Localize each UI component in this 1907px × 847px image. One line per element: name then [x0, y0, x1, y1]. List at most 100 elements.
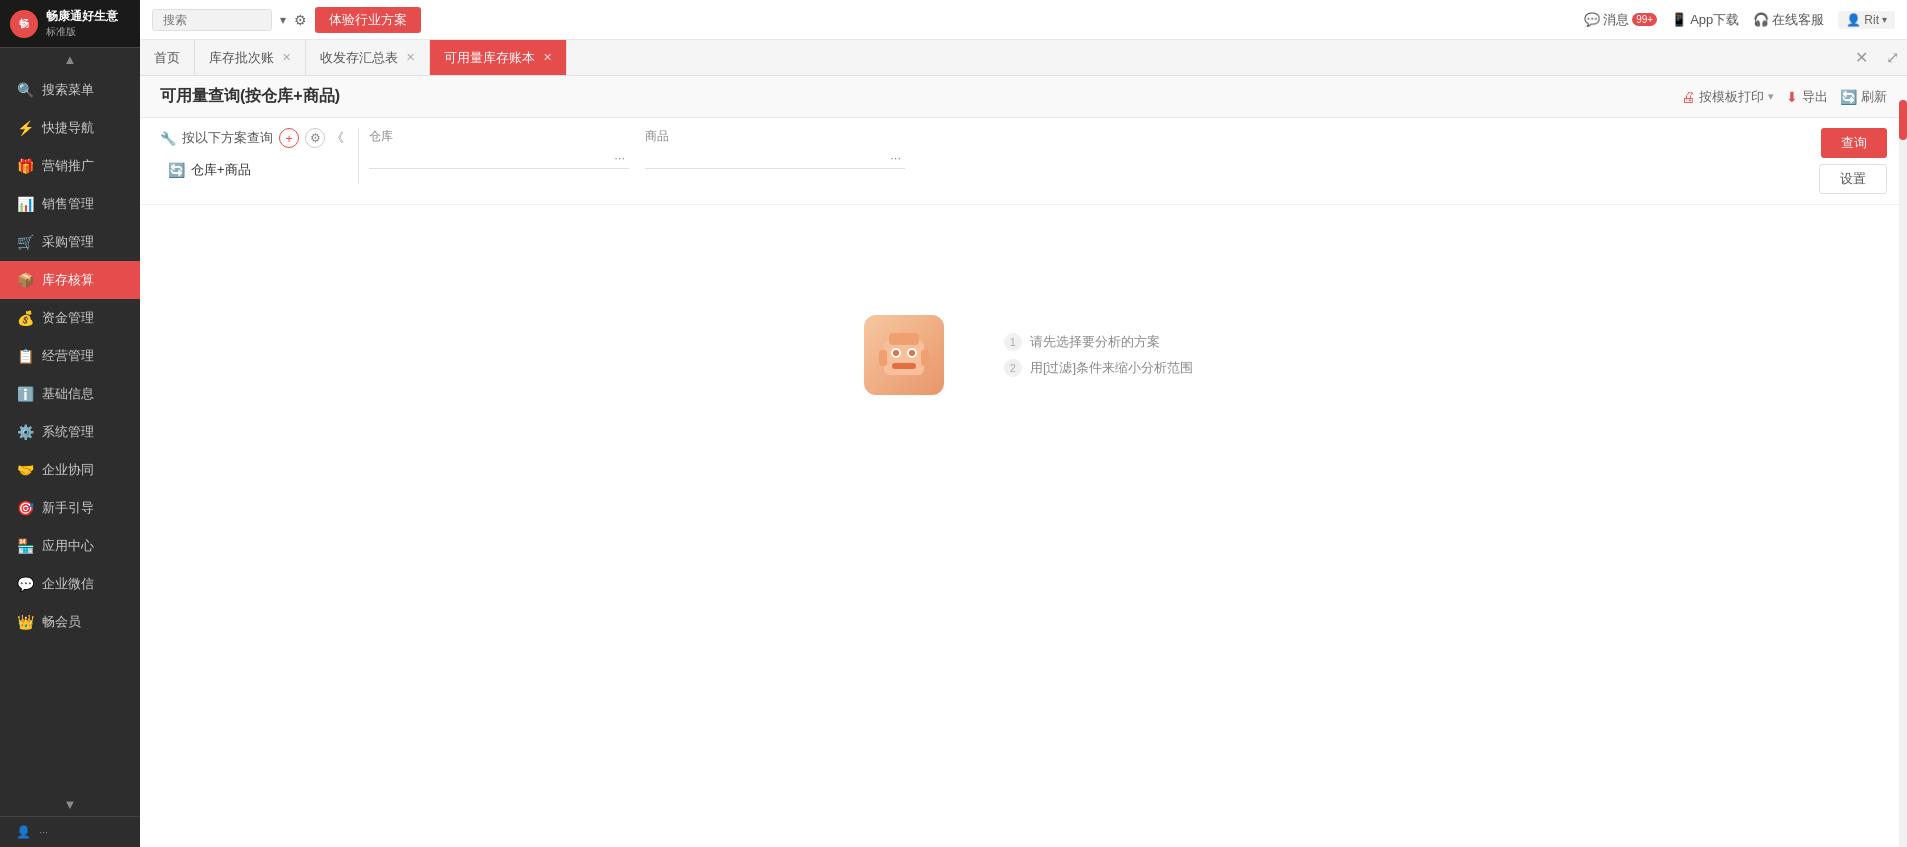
filter-goods-input[interactable] [645, 150, 886, 165]
topbar-user[interactable]: 👤 Rit ▾ [1838, 11, 1895, 29]
filter-scheme-settings-button[interactable]: ⚙ [305, 128, 325, 148]
export-action[interactable]: ⬇ 导出 [1786, 88, 1828, 106]
sidebar-scroll-down[interactable]: ▼ [0, 793, 140, 816]
filter-area: 🔧 按以下方案查询 + ⚙ 《 🔄 仓库+商品 仓库 ··· [140, 118, 1907, 205]
sidebar-item-label-system: 系统管理 [42, 423, 94, 441]
sidebar-item-basic[interactable]: ℹ️ 基础信息 [0, 375, 140, 413]
topbar-search-input[interactable] [152, 9, 272, 31]
sidebar-item-label-purchase: 采购管理 [42, 233, 94, 251]
svg-rect-7 [879, 350, 887, 366]
tab-inventory-batch-label: 库存批次账 [209, 49, 274, 67]
sidebar-item-purchase[interactable]: 🛒 采购管理 [0, 223, 140, 261]
sidebar-item-member[interactable]: 👑 畅会员 [0, 603, 140, 641]
topbar-message[interactable]: 💬 消息 99+ [1584, 11, 1657, 29]
filter-scheme-item-warehouse[interactable]: 🔄 仓库+商品 [160, 156, 344, 184]
sidebar-item-system[interactable]: ⚙️ 系统管理 [0, 413, 140, 451]
main: ▾ ⚙ 体验行业方案 💬 消息 99+ 📱 App下载 🎧 在线客服 👤 Rit… [140, 0, 1907, 847]
filter-scheme-header: 🔧 按以下方案查询 + ⚙ 《 [160, 128, 344, 148]
sidebar-item-inventory[interactable]: 📦 库存核算 [0, 261, 140, 299]
empty-robot-icon [864, 315, 944, 395]
tab-stock-summary[interactable]: 收发存汇总表 ✕ [306, 40, 430, 76]
tab-available-inventory[interactable]: 可用量库存账本 ✕ [430, 40, 567, 76]
sidebar-item-newguide[interactable]: 🎯 新手引导 [0, 489, 140, 527]
sidebar-item-label-finance: 资金管理 [42, 309, 94, 327]
operation-icon: 📋 [16, 348, 34, 364]
sidebar-item-label-member: 畅会员 [42, 613, 81, 631]
sidebar-item-weixin[interactable]: 💬 企业微信 [0, 565, 140, 603]
tab-available-inventory-close[interactable]: ✕ [543, 51, 552, 64]
svg-point-4 [893, 350, 899, 356]
topbar-service-label: 在线客服 [1772, 11, 1824, 29]
sidebar-company: 畅康通好生意 [46, 8, 118, 25]
refresh-action[interactable]: 🔄 刷新 [1840, 88, 1887, 106]
sidebar-item-label-marketing: 营销推广 [42, 157, 94, 175]
topbar-msg-label: 消息 [1603, 11, 1629, 29]
export-icon: ⬇ [1786, 89, 1798, 105]
print-action[interactable]: 🖨 按模板打印 ▾ [1681, 88, 1774, 106]
sidebar-item-label-collab: 企业协同 [42, 461, 94, 479]
sidebar-item-appcenter[interactable]: 🏪 应用中心 [0, 527, 140, 565]
sidebar-title-block: 畅康通好生意 标准版 [46, 8, 118, 39]
empty-tip-1: 1 请先选择要分析的方案 [1004, 333, 1193, 351]
scheme-item-icon: 🔄 [168, 162, 185, 178]
sidebar-item-search[interactable]: 🔍 搜索菜单 [0, 71, 140, 109]
tab-home-label: 首页 [154, 49, 180, 67]
sidebar: 畅 畅康通好生意 标准版 ▲ 🔍 搜索菜单 ⚡ 快捷导航 🎁 营销推广 📊 销售… [0, 0, 140, 847]
search-icon: 🔍 [16, 82, 34, 98]
sidebar-item-finance[interactable]: 💰 资金管理 [0, 299, 140, 337]
tab-inventory-batch-close[interactable]: ✕ [282, 51, 291, 64]
sidebar-item-sales[interactable]: 📊 销售管理 [0, 185, 140, 223]
refresh-icon: 🔄 [1840, 89, 1857, 105]
topbar-dropdown[interactable]: ▾ [280, 13, 286, 27]
filter-field-warehouse: 仓库 ··· [369, 128, 629, 169]
filter-warehouse-input[interactable] [369, 150, 610, 165]
sidebar-header: 畅 畅康通好生意 标准版 [0, 0, 140, 48]
tab-inventory-batch[interactable]: 库存批次账 ✕ [195, 40, 306, 76]
topbar-app-download[interactable]: 📱 App下载 [1671, 11, 1739, 29]
page-header-actions: 🖨 按模板打印 ▾ ⬇ 导出 🔄 刷新 [1681, 88, 1887, 106]
sidebar-item-label-weixin: 企业微信 [42, 575, 94, 593]
scrollbar-thumb[interactable] [1899, 100, 1907, 140]
topbar-online-service[interactable]: 🎧 在线客服 [1753, 11, 1824, 29]
refresh-label: 刷新 [1861, 88, 1887, 106]
export-label: 导出 [1802, 88, 1828, 106]
empty-tips: 1 请先选择要分析的方案 2 用[过滤]条件来缩小分析范围 [1004, 333, 1193, 377]
sidebar-item-marketing[interactable]: 🎁 营销推广 [0, 147, 140, 185]
sidebar-nav: 🔍 搜索菜单 ⚡ 快捷导航 🎁 营销推广 📊 销售管理 🛒 采购管理 📦 库存核… [0, 71, 140, 793]
filter-field-goods-input-container: ··· [645, 147, 905, 169]
sidebar-item-label-operation: 经营管理 [42, 347, 94, 365]
topbar-trial-button[interactable]: 体验行业方案 [315, 7, 421, 33]
filter-goods-more-icon[interactable]: ··· [886, 150, 905, 165]
svg-rect-1 [889, 333, 919, 345]
filter-warehouse-more-icon[interactable]: ··· [610, 150, 629, 165]
sidebar-item-operation[interactable]: 📋 经营管理 [0, 337, 140, 375]
tabbar-close-all[interactable]: ✕ [1845, 48, 1878, 67]
print-icon: 🖨 [1681, 89, 1695, 105]
tab-home[interactable]: 首页 [140, 40, 195, 76]
print-chevron-icon[interactable]: ▾ [1768, 90, 1774, 103]
settings-button[interactable]: 设置 [1819, 164, 1887, 194]
nav-icon: ⚡ [16, 120, 34, 136]
tab-stock-summary-label: 收发存汇总表 [320, 49, 398, 67]
query-button[interactable]: 查询 [1821, 128, 1887, 158]
tab-stock-summary-close[interactable]: ✕ [406, 51, 415, 64]
topbar-right: 💬 消息 99+ 📱 App下载 🎧 在线客服 👤 Rit ▾ [1584, 11, 1895, 29]
right-scrollbar[interactable] [1899, 100, 1907, 847]
empty-tip-2-text: 用[过滤]条件来缩小分析范围 [1030, 359, 1193, 377]
filter-scheme-collapse-icon[interactable]: 《 [331, 129, 344, 147]
sales-icon: 📊 [16, 196, 34, 212]
user-icon: 👤 [1846, 13, 1861, 27]
content: 可用量查询(按仓库+商品) 🖨 按模板打印 ▾ ⬇ 导出 🔄 刷新 [140, 76, 1907, 847]
collab-icon: 🤝 [16, 462, 34, 478]
topbar-app-label: App下载 [1690, 11, 1739, 29]
sidebar-item-label-nav: 快捷导航 [42, 119, 94, 137]
tabbar-expand[interactable]: ⤢ [1878, 48, 1907, 67]
empty-tip-2: 2 用[过滤]条件来缩小分析范围 [1004, 359, 1193, 377]
sidebar-edition: 标准版 [46, 25, 118, 39]
sidebar-item-collab[interactable]: 🤝 企业协同 [0, 451, 140, 489]
sidebar-scroll-up[interactable]: ▲ [0, 48, 140, 71]
filter-scheme-add-button[interactable]: + [279, 128, 299, 148]
topbar-gear-icon[interactable]: ⚙ [294, 12, 307, 28]
svg-point-5 [909, 350, 915, 356]
sidebar-item-nav[interactable]: ⚡ 快捷导航 [0, 109, 140, 147]
